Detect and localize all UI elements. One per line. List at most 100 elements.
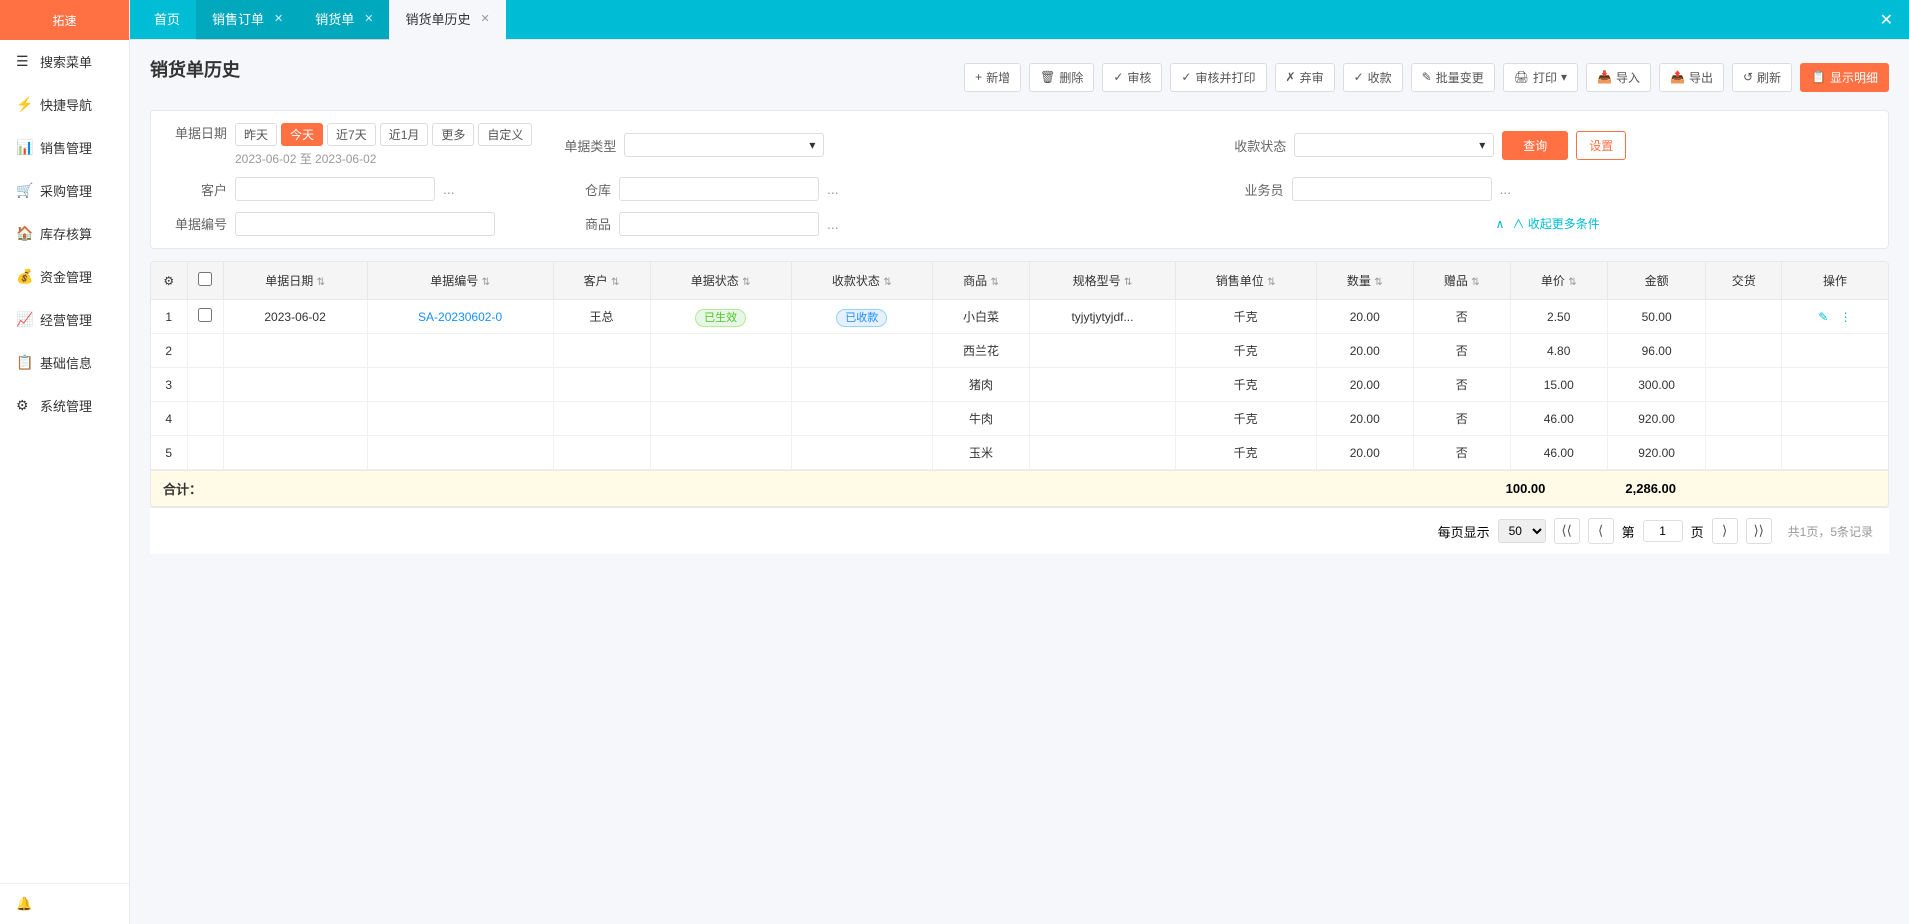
- show-detail-button[interactable]: 📋 显示明细: [1800, 63, 1889, 92]
- refresh-button[interactable]: ↺ 刷新: [1732, 63, 1792, 92]
- doc-no-sort-icon[interactable]: ⇅: [482, 277, 490, 288]
- sidebar-item-sales-mgmt[interactable]: 📊 销售管理: [0, 126, 129, 169]
- goods-more-icon[interactable]: ...: [827, 216, 839, 232]
- tab-close-all-btn[interactable]: ✕: [1872, 10, 1901, 30]
- cell-doc-no[interactable]: SA-20230602-0: [367, 300, 553, 334]
- date-custom-btn[interactable]: 自定义: [478, 123, 532, 146]
- page-next-btn[interactable]: ⟩: [1712, 518, 1738, 544]
- settings-button[interactable]: 设置: [1576, 131, 1626, 160]
- sidebar-item-label: 快捷导航: [40, 95, 92, 114]
- tab-home[interactable]: 首页: [138, 0, 196, 40]
- sidebar-item-quick-nav[interactable]: ⚡ 快捷导航: [0, 83, 129, 126]
- abandon-button[interactable]: ✗ 弃审: [1275, 63, 1335, 92]
- page-number-input[interactable]: [1643, 520, 1683, 542]
- row-checkbox[interactable]: [187, 436, 223, 470]
- pagination: 每页显示 50 ⟨⟨ ⟨ 第 页 ⟩ ⟩⟩ 共1页，5条记录: [150, 507, 1889, 554]
- date-1month-btn[interactable]: 近1月: [380, 123, 429, 146]
- doc-status-sort-icon[interactable]: ⇅: [742, 277, 750, 288]
- tab-sales-order-close[interactable]: ✕: [274, 12, 283, 25]
- cell-doc-status: 已生效: [650, 300, 791, 334]
- salesperson-more-icon[interactable]: ...: [1500, 181, 1512, 197]
- page-size-select[interactable]: 50: [1498, 519, 1546, 543]
- cell-price: 2.50: [1510, 300, 1607, 334]
- customer-sort-icon[interactable]: ⇅: [611, 277, 619, 288]
- sidebar-item-system-mgmt[interactable]: ⚙ 系统管理: [0, 384, 129, 427]
- inventory-icon: 🏠: [16, 225, 32, 242]
- sales-mgmt-icon: 📊: [16, 139, 32, 156]
- date-7days-btn[interactable]: 近7天: [327, 123, 376, 146]
- sidebar-item-operations[interactable]: 📈 经营管理: [0, 298, 129, 341]
- customer-input[interactable]: [235, 177, 435, 201]
- purchase-mgmt-icon: 🛒: [16, 182, 32, 199]
- sidebar-item-label: 销售管理: [40, 138, 92, 157]
- cell-gift: 否: [1413, 368, 1510, 402]
- qty-sort-icon[interactable]: ⇅: [1374, 277, 1382, 288]
- cell-payment-status: [791, 368, 932, 402]
- export-button[interactable]: 📤 导出: [1659, 63, 1724, 92]
- page-last-btn[interactable]: ⟩⟩: [1746, 518, 1772, 544]
- col-checkbox[interactable]: [187, 262, 223, 300]
- salesperson-input[interactable]: [1292, 177, 1492, 201]
- select-all-checkbox[interactable]: [198, 272, 212, 286]
- batch-change-button[interactable]: ✎ 批量变更: [1411, 63, 1495, 92]
- page-prev-btn[interactable]: ⟨: [1588, 518, 1614, 544]
- col-customer: 客户 ⇅: [553, 262, 650, 300]
- tab-sales-history[interactable]: 销货单历史 ✕: [389, 0, 505, 40]
- price-sort-icon[interactable]: ⇅: [1568, 277, 1576, 288]
- doc-no-link[interactable]: SA-20230602-0: [418, 310, 502, 324]
- payment-status-select[interactable]: ▾: [1294, 133, 1494, 157]
- sidebar-item-inventory[interactable]: 🏠 库存核算: [0, 212, 129, 255]
- cell-doc-status: [650, 368, 791, 402]
- import-button[interactable]: 📥 导入: [1586, 63, 1651, 92]
- sidebar-item-finance[interactable]: 💰 资金管理: [0, 255, 129, 298]
- sidebar-item-search-menu[interactable]: ☰ 搜索菜单: [0, 40, 129, 83]
- gift-sort-icon[interactable]: ⇅: [1471, 277, 1479, 288]
- spec-sort-icon[interactable]: ⇅: [1124, 277, 1132, 288]
- sidebar-notify-btn[interactable]: 🔔: [0, 884, 129, 924]
- query-button[interactable]: 查询: [1502, 131, 1568, 160]
- warehouse-input[interactable]: [619, 177, 819, 201]
- date-today-btn[interactable]: 今天: [281, 123, 323, 146]
- edit-action-btn[interactable]: ✎: [1814, 310, 1832, 324]
- tab-sales-goods-close[interactable]: ✕: [364, 12, 373, 25]
- page-first-btn[interactable]: ⟨⟨: [1554, 518, 1580, 544]
- goods-sort-icon[interactable]: ⇅: [991, 277, 999, 288]
- col-settings[interactable]: ⚙: [151, 262, 187, 300]
- collapse-filter-btn[interactable]: ∧ ∧ 收起更多条件: [1492, 211, 1604, 236]
- customer-more-icon[interactable]: ...: [443, 181, 455, 197]
- sidebar-item-purchase-mgmt[interactable]: 🛒 采购管理: [0, 169, 129, 212]
- tab-sales-order[interactable]: 销售订单 ✕: [196, 0, 299, 40]
- table-row: 2 西兰花 千克 20.00 否 4.80 96.00: [151, 334, 1888, 368]
- collect-button[interactable]: ✓ 收款: [1343, 63, 1403, 92]
- audit-print-button[interactable]: ✓ 审核并打印: [1170, 63, 1266, 92]
- more-action-btn[interactable]: ⋮: [1836, 310, 1856, 324]
- row-checkbox[interactable]: [187, 300, 223, 334]
- delete-button[interactable]: 🗑 删除: [1029, 63, 1094, 92]
- unit-sort-icon[interactable]: ⇅: [1267, 277, 1275, 288]
- audit-button[interactable]: ✓ 审核: [1102, 63, 1162, 92]
- doc-type-select[interactable]: ▾: [624, 133, 824, 157]
- settings-icon[interactable]: ⚙: [163, 274, 174, 288]
- sidebar-item-label: 搜索菜单: [40, 52, 92, 71]
- add-button[interactable]: + 新增: [964, 63, 1021, 92]
- row-select-checkbox[interactable]: [198, 308, 212, 322]
- cell-qty: 20.00: [1316, 334, 1413, 368]
- date-yesterday-btn[interactable]: 昨天: [235, 123, 277, 146]
- print-button[interactable]: 🖨 打印 ▾: [1503, 63, 1578, 92]
- sidebar-item-base-info[interactable]: 📋 基础信息: [0, 341, 129, 384]
- row-checkbox[interactable]: [187, 334, 223, 368]
- goods-input[interactable]: [619, 212, 819, 236]
- date-more-btn[interactable]: 更多: [432, 123, 474, 146]
- table-footer: 合计： 100.00 2,286.00: [151, 470, 1888, 506]
- warehouse-more-icon[interactable]: ...: [827, 181, 839, 197]
- row-checkbox[interactable]: [187, 402, 223, 436]
- doc-date-sort-icon[interactable]: ⇅: [317, 277, 325, 288]
- tab-sales-history-close[interactable]: ✕: [481, 12, 490, 25]
- cell-spec: [1030, 402, 1175, 436]
- collapse-icon: ∧: [1496, 217, 1505, 231]
- row-checkbox[interactable]: [187, 368, 223, 402]
- cell-doc-no: [367, 368, 553, 402]
- payment-status-sort-icon[interactable]: ⇅: [883, 277, 891, 288]
- doc-no-input[interactable]: [235, 212, 495, 236]
- tab-sales-goods[interactable]: 销货单 ✕: [299, 0, 389, 40]
